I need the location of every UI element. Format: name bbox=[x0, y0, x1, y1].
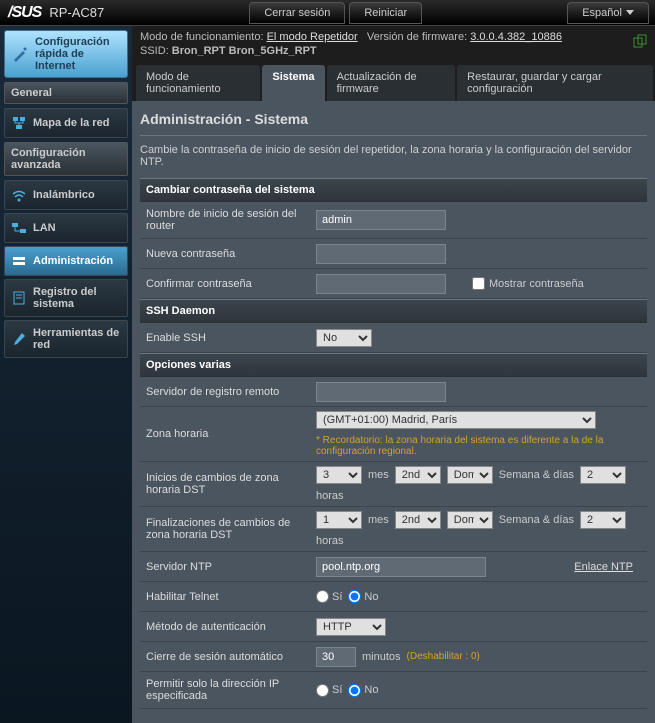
enable-ssh-label: Enable SSH bbox=[140, 326, 310, 350]
ntp-server-input[interactable] bbox=[316, 557, 486, 577]
dst-start-label: Inicios de cambios de zona horaria DST bbox=[140, 466, 310, 502]
new-password-label: Nueva contraseña bbox=[140, 242, 310, 266]
tab-operation-mode[interactable]: Modo de funcionamiento bbox=[136, 65, 260, 101]
language-label: Español bbox=[582, 7, 622, 19]
lan-icon bbox=[11, 220, 27, 236]
dst-end-hour[interactable]: 2 bbox=[580, 511, 626, 529]
auth-method-select[interactable]: HTTP bbox=[316, 618, 386, 636]
sidebar-item-label: Mapa de la red bbox=[33, 117, 109, 129]
sidebar-item-label: Herramientas de red bbox=[33, 327, 121, 351]
dst-start-month[interactable]: 3 bbox=[316, 466, 362, 484]
dst-start-day[interactable]: Dom bbox=[447, 466, 493, 484]
language-dropdown[interactable]: Español bbox=[567, 2, 649, 24]
dst-end-week[interactable]: 2nd bbox=[395, 511, 441, 529]
fw-label: Versión de firmware: bbox=[367, 31, 467, 43]
tab-system[interactable]: Sistema bbox=[262, 65, 324, 101]
remote-log-label: Servidor de registro remoto bbox=[140, 380, 310, 404]
confirm-password-input[interactable] bbox=[316, 274, 446, 294]
sidebar-item-administration[interactable]: Administración bbox=[4, 246, 128, 276]
chevron-down-icon bbox=[626, 10, 634, 15]
section-header-password: Cambiar contraseña del sistema bbox=[140, 178, 647, 202]
sidebar-item-wireless[interactable]: Inalámbrico bbox=[4, 180, 128, 210]
timezone-label: Zona horaria bbox=[140, 422, 310, 446]
reboot-button[interactable]: Reiniciar bbox=[349, 2, 422, 24]
auto-logout-unit: minutos bbox=[362, 651, 401, 663]
unit-month: mes bbox=[368, 469, 389, 481]
dst-start-hour[interactable]: 2 bbox=[580, 466, 626, 484]
show-password-label: Mostrar contraseña bbox=[489, 278, 584, 290]
log-icon bbox=[11, 290, 27, 306]
logout-button[interactable]: Cerrar sesión bbox=[249, 2, 345, 24]
tab-bar: Modo de funcionamiento Sistema Actualiza… bbox=[132, 59, 655, 101]
network-icon bbox=[11, 115, 27, 131]
enable-ssh-select[interactable]: No bbox=[316, 329, 372, 347]
new-password-input[interactable] bbox=[316, 244, 446, 264]
dst-start-week[interactable]: 2nd bbox=[395, 466, 441, 484]
auto-logout-input[interactable] bbox=[316, 647, 356, 667]
auth-method-label: Método de autenticación bbox=[140, 615, 310, 639]
telnet-no-radio[interactable] bbox=[348, 590, 361, 603]
content-area: Administración - Sistema Cambie la contr… bbox=[132, 101, 655, 723]
ntp-server-label: Servidor NTP bbox=[140, 555, 310, 579]
sidebar-item-lan[interactable]: LAN bbox=[4, 213, 128, 243]
ip-restrict-no-radio[interactable] bbox=[348, 684, 361, 697]
section-header-misc: Opciones varias bbox=[140, 353, 647, 377]
telnet-label: Habilitar Telnet bbox=[140, 585, 310, 609]
sidebar-item-networkmap[interactable]: Mapa de la red bbox=[4, 108, 128, 138]
unit-hours: horas bbox=[316, 490, 344, 502]
sidebar-item-label: Configuración rápida de Internet bbox=[35, 36, 121, 72]
copy-icon[interactable] bbox=[633, 34, 647, 51]
section-header-ssh: SSH Daemon bbox=[140, 299, 647, 323]
fw-value-link[interactable]: 3.0.0.4.382_10886 bbox=[470, 31, 562, 43]
login-name-input[interactable] bbox=[316, 210, 446, 230]
telnet-yes-radio[interactable] bbox=[316, 590, 329, 603]
quick-internet-setup-button[interactable]: Configuración rápida de Internet bbox=[4, 30, 128, 78]
timezone-select[interactable]: (GMT+01:00) Madrid, París bbox=[316, 411, 596, 429]
auto-logout-hint: (Deshabilitar : 0) bbox=[407, 651, 480, 662]
sidebar-item-label: Administración bbox=[33, 255, 113, 267]
login-name-label: Nombre de inicio de sesión del router bbox=[140, 202, 310, 238]
tab-restore[interactable]: Restaurar, guardar y cargar configuració… bbox=[457, 65, 653, 101]
page-title: Administración - Sistema bbox=[140, 101, 647, 136]
sidebar-item-nettools[interactable]: Herramientas de red bbox=[4, 320, 128, 358]
tab-firmware[interactable]: Actualización de firmware bbox=[327, 65, 456, 101]
sidebar-header-advanced: Configuración avanzada bbox=[4, 142, 128, 176]
show-password-checkbox[interactable] bbox=[472, 277, 485, 290]
ssid-values: Bron_RPT Bron_5GHz_RPT bbox=[172, 45, 317, 57]
mode-label: Modo de funcionamiento: bbox=[140, 31, 264, 43]
sidebar-header-general: General bbox=[4, 82, 128, 104]
unit-weekday: Semana & días bbox=[499, 469, 574, 481]
brand-logo: /SUS bbox=[0, 4, 49, 22]
main-panel: Modo de funcionamiento: El modo Repetido… bbox=[132, 26, 655, 723]
sidebar-item-label: Registro del sistema bbox=[33, 286, 121, 310]
sidebar: Configuración rápida de Internet General… bbox=[0, 26, 132, 723]
auto-logout-label: Cierre de sesión automático bbox=[140, 645, 310, 669]
sidebar-item-label: Inalámbrico bbox=[33, 189, 95, 201]
page-description: Cambie la contraseña de inicio de sesión… bbox=[140, 136, 647, 178]
info-bar: Modo de funcionamiento: El modo Repetido… bbox=[132, 26, 655, 59]
dst-end-month[interactable]: 1 bbox=[316, 511, 362, 529]
tools-icon bbox=[11, 331, 27, 347]
timezone-note: * Recordatorio: la zona horaria del sist… bbox=[316, 435, 641, 457]
wifi-icon bbox=[11, 187, 27, 203]
ip-restrict-label: Permitir solo la dirección IP especifica… bbox=[140, 672, 310, 708]
wand-icon bbox=[11, 45, 29, 63]
dst-end-label: Finalizaciones de cambios de zona horari… bbox=[140, 511, 310, 547]
model-label: RP-AC87 bbox=[49, 5, 104, 20]
sidebar-item-label: LAN bbox=[33, 222, 56, 234]
dst-end-day[interactable]: Dom bbox=[447, 511, 493, 529]
mode-value-link[interactable]: El modo Repetidor bbox=[267, 31, 358, 43]
confirm-password-label: Confirmar contraseña bbox=[140, 272, 310, 296]
ip-restrict-yes-radio[interactable] bbox=[316, 684, 329, 697]
sidebar-item-systemlog[interactable]: Registro del sistema bbox=[4, 279, 128, 317]
top-bar: /SUS RP-AC87 Cerrar sesión Reiniciar Esp… bbox=[0, 0, 655, 26]
remote-log-input[interactable] bbox=[316, 382, 446, 402]
ssid-label: SSID: bbox=[140, 45, 169, 57]
ntp-link[interactable]: Enlace NTP bbox=[574, 561, 641, 573]
admin-icon bbox=[11, 253, 27, 269]
